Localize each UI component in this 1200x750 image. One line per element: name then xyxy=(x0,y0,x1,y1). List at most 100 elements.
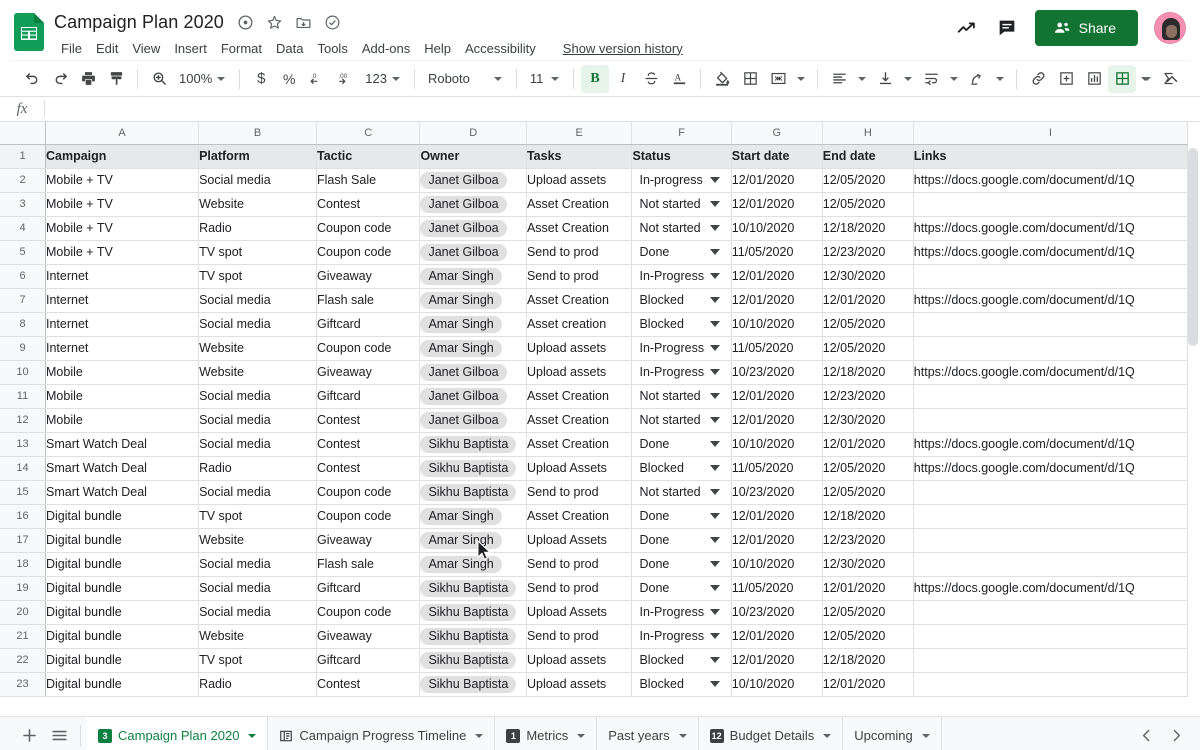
cell-tactic[interactable]: Giftcard xyxy=(317,312,420,336)
cell-campaign[interactable]: Internet xyxy=(46,312,199,336)
row-header-22[interactable]: 22 xyxy=(0,648,46,672)
cell-tactic[interactable]: Contest xyxy=(317,408,420,432)
row-header-14[interactable]: 14 xyxy=(0,456,46,480)
sheet-tab-upcoming[interactable]: Upcoming xyxy=(843,717,942,750)
sheet-tab-campaign-progress-timeline[interactable]: Campaign Progress Timeline xyxy=(268,717,495,750)
font-family-select[interactable]: Roboto xyxy=(422,66,509,92)
cell-owner[interactable]: Janet Gilboa xyxy=(420,216,527,240)
sheet-tab-menu-icon[interactable] xyxy=(577,734,585,738)
sheets-logo-icon[interactable] xyxy=(12,12,46,52)
cell-status[interactable]: In-Progress xyxy=(632,600,731,624)
text-wrap-icon[interactable] xyxy=(917,65,945,93)
cell-platform[interactable]: Website xyxy=(199,336,317,360)
cell-start-date[interactable]: 10/23/2020 xyxy=(731,600,822,624)
cell-tactic[interactable]: Giftcard xyxy=(317,384,420,408)
row-header-23[interactable]: 23 xyxy=(0,672,46,696)
cell-status[interactable]: Not started xyxy=(632,408,731,432)
cell-campaign[interactable]: Digital bundle xyxy=(46,504,199,528)
header-cell-tactic[interactable]: Tactic xyxy=(317,144,420,168)
star-icon[interactable] xyxy=(266,13,284,31)
cell-link[interactable] xyxy=(913,528,1187,552)
cell-tactic[interactable]: Contest xyxy=(317,456,420,480)
row-header-1[interactable]: 1 xyxy=(0,144,46,168)
cell-end-date[interactable]: 12/23/2020 xyxy=(822,384,913,408)
cell-start-date[interactable]: 12/01/2020 xyxy=(731,384,822,408)
cell-tactic[interactable]: Flash sale xyxy=(317,288,420,312)
column-header-d[interactable]: D xyxy=(420,122,527,144)
cell-platform[interactable]: Social media xyxy=(199,168,317,192)
share-button[interactable]: Share xyxy=(1035,10,1138,46)
cell-status[interactable]: In-Progress xyxy=(632,264,731,288)
cell-start-date[interactable]: 10/23/2020 xyxy=(731,360,822,384)
cell-owner[interactable]: Janet Gilboa xyxy=(420,192,527,216)
cell-campaign[interactable]: Internet xyxy=(46,264,199,288)
cell-start-date[interactable]: 11/05/2020 xyxy=(731,240,822,264)
chevron-up-icon[interactable] xyxy=(1158,65,1186,93)
cell-platform[interactable]: Website xyxy=(199,360,317,384)
cell-end-date[interactable]: 12/30/2020 xyxy=(822,408,913,432)
cell-task[interactable]: Upload Assets xyxy=(526,600,632,624)
sheet-tab-menu-icon[interactable] xyxy=(823,734,831,738)
cell-platform[interactable]: Social media xyxy=(199,600,317,624)
cell-end-date[interactable]: 12/05/2020 xyxy=(822,480,913,504)
sheet-tab-past-years[interactable]: Past years xyxy=(597,717,698,750)
menu-item-view[interactable]: View xyxy=(125,40,167,57)
header-cell-status[interactable]: Status xyxy=(632,144,731,168)
cell-owner[interactable]: Janet Gilboa xyxy=(420,408,527,432)
cell-owner[interactable]: Sikhu Baptista xyxy=(420,648,527,672)
cell-owner[interactable]: Sikhu Baptista xyxy=(420,600,527,624)
cell-start-date[interactable]: 10/23/2020 xyxy=(731,480,822,504)
chevron-right-icon[interactable] xyxy=(1162,722,1190,750)
decrease-decimal-icon[interactable]: .0 xyxy=(303,65,331,93)
cell-task[interactable]: Send to prod xyxy=(526,552,632,576)
number-format-select[interactable]: 123 xyxy=(359,66,407,92)
cell-platform[interactable]: Social media xyxy=(199,288,317,312)
column-header-e[interactable]: E xyxy=(526,122,632,144)
cell-start-date[interactable]: 11/05/2020 xyxy=(731,456,822,480)
sheet-tab-menu-icon[interactable] xyxy=(679,734,687,738)
cell-platform[interactable]: Radio xyxy=(199,456,317,480)
strikethrough-icon[interactable] xyxy=(637,65,665,93)
percent-format-button[interactable]: % xyxy=(275,65,303,93)
bold-button[interactable]: B xyxy=(581,65,609,93)
status-dropdown-icon[interactable] xyxy=(710,225,720,231)
status-dropdown-icon[interactable] xyxy=(710,273,720,279)
row-header-13[interactable]: 13 xyxy=(0,432,46,456)
cell-campaign[interactable]: Mobile + TV xyxy=(46,216,199,240)
cell-platform[interactable]: Website xyxy=(199,528,317,552)
grid-view-icon[interactable] xyxy=(1108,65,1136,93)
cell-platform[interactable]: Social media xyxy=(199,552,317,576)
status-dropdown-icon[interactable] xyxy=(710,537,720,543)
row-header-5[interactable]: 5 xyxy=(0,240,46,264)
cell-end-date[interactable]: 12/23/2020 xyxy=(822,528,913,552)
cell-link[interactable] xyxy=(913,336,1187,360)
row-header-12[interactable]: 12 xyxy=(0,408,46,432)
cell-tactic[interactable]: Coupon code xyxy=(317,216,420,240)
cell-end-date[interactable]: 12/05/2020 xyxy=(822,192,913,216)
sheet-tab-menu-icon[interactable] xyxy=(475,734,483,738)
cell-status[interactable]: Blocked xyxy=(632,288,731,312)
cell-campaign[interactable]: Mobile xyxy=(46,408,199,432)
cell-campaign[interactable]: Internet xyxy=(46,288,199,312)
cell-link[interactable] xyxy=(913,192,1187,216)
column-header-i[interactable]: I xyxy=(913,122,1187,144)
cell-owner[interactable]: Amar Singh xyxy=(420,552,527,576)
all-sheets-icon[interactable] xyxy=(44,721,74,750)
status-dropdown-icon[interactable] xyxy=(710,465,720,471)
row-header-2[interactable]: 2 xyxy=(0,168,46,192)
cell-end-date[interactable]: 12/01/2020 xyxy=(822,672,913,696)
link-icon[interactable] xyxy=(1024,65,1052,93)
cell-tactic[interactable]: Giveaway xyxy=(317,264,420,288)
menu-item-insert[interactable]: Insert xyxy=(167,40,214,57)
cell-link[interactable] xyxy=(913,504,1187,528)
borders-icon[interactable] xyxy=(736,65,764,93)
row-header-10[interactable]: 10 xyxy=(0,360,46,384)
sheet-tab-metrics[interactable]: 1Metrics xyxy=(495,717,597,750)
cell-link[interactable]: https://docs.google.com/document/d/1Q xyxy=(913,168,1187,192)
cell-end-date[interactable]: 12/05/2020 xyxy=(822,600,913,624)
row-header-9[interactable]: 9 xyxy=(0,336,46,360)
cell-start-date[interactable]: 12/01/2020 xyxy=(731,504,822,528)
undo-icon[interactable] xyxy=(18,65,46,93)
cell-platform[interactable]: TV spot xyxy=(199,240,317,264)
cell-owner[interactable]: Janet Gilboa xyxy=(420,384,527,408)
